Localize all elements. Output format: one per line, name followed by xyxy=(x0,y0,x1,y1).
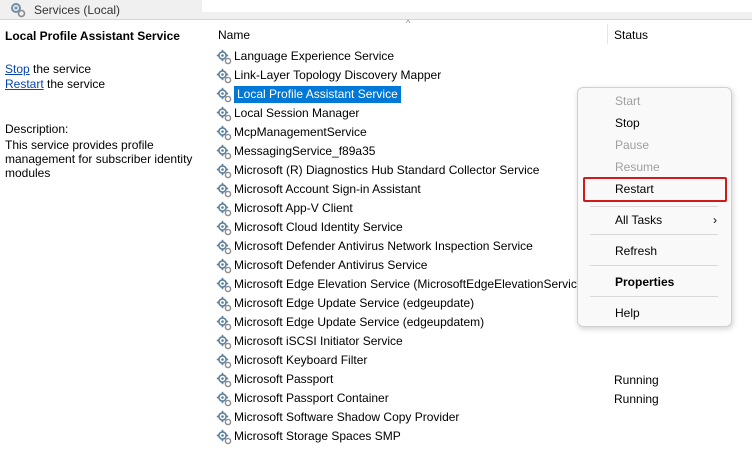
selected-service-title: Local Profile Assistant Service xyxy=(5,29,180,43)
gear-icon xyxy=(216,372,232,387)
gear-icon xyxy=(216,334,232,349)
service-name: Link-Layer Topology Discovery Mapper xyxy=(234,68,442,82)
service-name: Microsoft Passport Container xyxy=(234,391,389,405)
gear-icon xyxy=(216,144,232,159)
column-divider[interactable] xyxy=(607,24,608,44)
service-name: Microsoft (R) Diagnostics Hub Standard C… xyxy=(234,163,540,177)
restart-action-text: the service xyxy=(43,77,106,91)
gear-icon xyxy=(216,68,232,83)
menu-item-start[interactable]: Start xyxy=(578,91,731,111)
service-name: McpManagementService xyxy=(234,125,367,139)
service-name: Microsoft Defender Antivirus Service xyxy=(234,258,428,272)
gear-icon xyxy=(216,201,232,216)
stop-service-link[interactable]: Stop xyxy=(5,62,30,76)
service-name: Microsoft Edge Update Service (edgeupdat… xyxy=(234,296,475,310)
restart-service-link[interactable]: Restart xyxy=(5,77,44,91)
extended-view-panel: Local Profile Assistant Service Stop the… xyxy=(0,20,206,450)
service-name: Microsoft Edge Elevation Service (Micros… xyxy=(234,277,588,291)
gear-icon xyxy=(216,125,232,140)
service-name: Microsoft Cloud Identity Service xyxy=(234,220,403,234)
table-row[interactable]: Microsoft iSCSI Initiator Service xyxy=(214,332,752,351)
service-name: Microsoft Software Shadow Copy Provider xyxy=(234,410,460,424)
menu-item-stop[interactable]: Stop xyxy=(578,113,731,133)
service-name: MessagingService_f89a35 xyxy=(234,144,376,158)
gear-icon xyxy=(216,258,232,273)
table-row[interactable]: Microsoft Keyboard Filter xyxy=(214,351,752,370)
service-name: Microsoft Account Sign-in Assistant xyxy=(234,182,421,196)
table-row[interactable]: Microsoft Passport Container Running xyxy=(214,389,752,408)
gear-icon xyxy=(216,315,232,330)
table-row[interactable]: Microsoft Storage Spaces SMP xyxy=(214,427,752,446)
stop-action-line: Stop the service xyxy=(5,62,91,76)
service-name: Microsoft App-V Client xyxy=(234,201,353,215)
table-row[interactable]: Microsoft Passport Running xyxy=(214,370,752,389)
service-name: Microsoft iSCSI Initiator Service xyxy=(234,334,403,348)
gear-icon xyxy=(216,220,232,235)
gear-icon xyxy=(216,391,232,406)
service-status: Running xyxy=(614,372,659,387)
gear-icon xyxy=(216,429,232,444)
gear-icon xyxy=(216,277,232,292)
service-name: Microsoft Keyboard Filter xyxy=(234,353,368,367)
context-menu: Start Stop Pause Resume Restart All Task… xyxy=(577,87,732,327)
submenu-arrow-icon: › xyxy=(713,213,717,227)
table-row[interactable]: Language Experience Service xyxy=(214,47,752,66)
services-gear-icon xyxy=(11,2,26,17)
all-tasks-label: All Tasks xyxy=(615,213,663,227)
menu-separator xyxy=(590,206,718,207)
window-title: Services (Local) xyxy=(34,2,121,17)
menu-item-properties[interactable]: Properties xyxy=(578,272,731,292)
service-name: Microsoft Edge Update Service (edgeupdat… xyxy=(234,315,485,329)
gear-icon xyxy=(216,353,232,368)
gear-icon xyxy=(216,239,232,254)
menu-item-all-tasks[interactable]: All Tasks › xyxy=(578,210,731,230)
list-header: ^ Name Status xyxy=(210,18,752,47)
gear-icon xyxy=(216,296,232,311)
gear-icon xyxy=(216,106,232,121)
gear-icon xyxy=(216,49,232,64)
gear-icon xyxy=(216,163,232,178)
service-name: Microsoft Defender Antivirus Network Ins… xyxy=(234,239,533,253)
table-row[interactable]: Link-Layer Topology Discovery Mapper xyxy=(214,66,752,85)
gear-icon xyxy=(216,87,232,102)
menu-item-resume[interactable]: Resume xyxy=(578,157,731,177)
gear-icon xyxy=(216,410,232,425)
menu-separator xyxy=(590,296,718,297)
menu-separator xyxy=(590,265,718,266)
menu-item-pause[interactable]: Pause xyxy=(578,135,731,155)
service-name: Microsoft Passport xyxy=(234,372,334,386)
column-header-name[interactable]: Name xyxy=(218,28,250,42)
service-name: Local Session Manager xyxy=(234,106,360,120)
service-name: Local Profile Assistant Service xyxy=(234,86,401,103)
stop-action-text: the service xyxy=(29,62,92,76)
column-header-status[interactable]: Status xyxy=(614,28,648,42)
service-name: Microsoft Storage Spaces SMP xyxy=(234,429,401,443)
description-label: Description: xyxy=(5,122,69,136)
service-status: Running xyxy=(614,391,659,406)
restart-action-line: Restart the service xyxy=(5,77,105,91)
menu-item-refresh[interactable]: Refresh xyxy=(578,241,731,261)
description-text: This service provides profile management… xyxy=(5,138,193,180)
restart-highlight-box xyxy=(583,177,727,202)
gear-icon xyxy=(216,182,232,197)
menu-separator xyxy=(590,234,718,235)
service-name: Language Experience Service xyxy=(234,49,395,63)
menu-item-help[interactable]: Help xyxy=(578,303,731,323)
title-bar-gap xyxy=(202,0,752,12)
sort-ascending-icon: ^ xyxy=(406,18,411,28)
table-row[interactable]: Microsoft Software Shadow Copy Provider xyxy=(214,408,752,427)
